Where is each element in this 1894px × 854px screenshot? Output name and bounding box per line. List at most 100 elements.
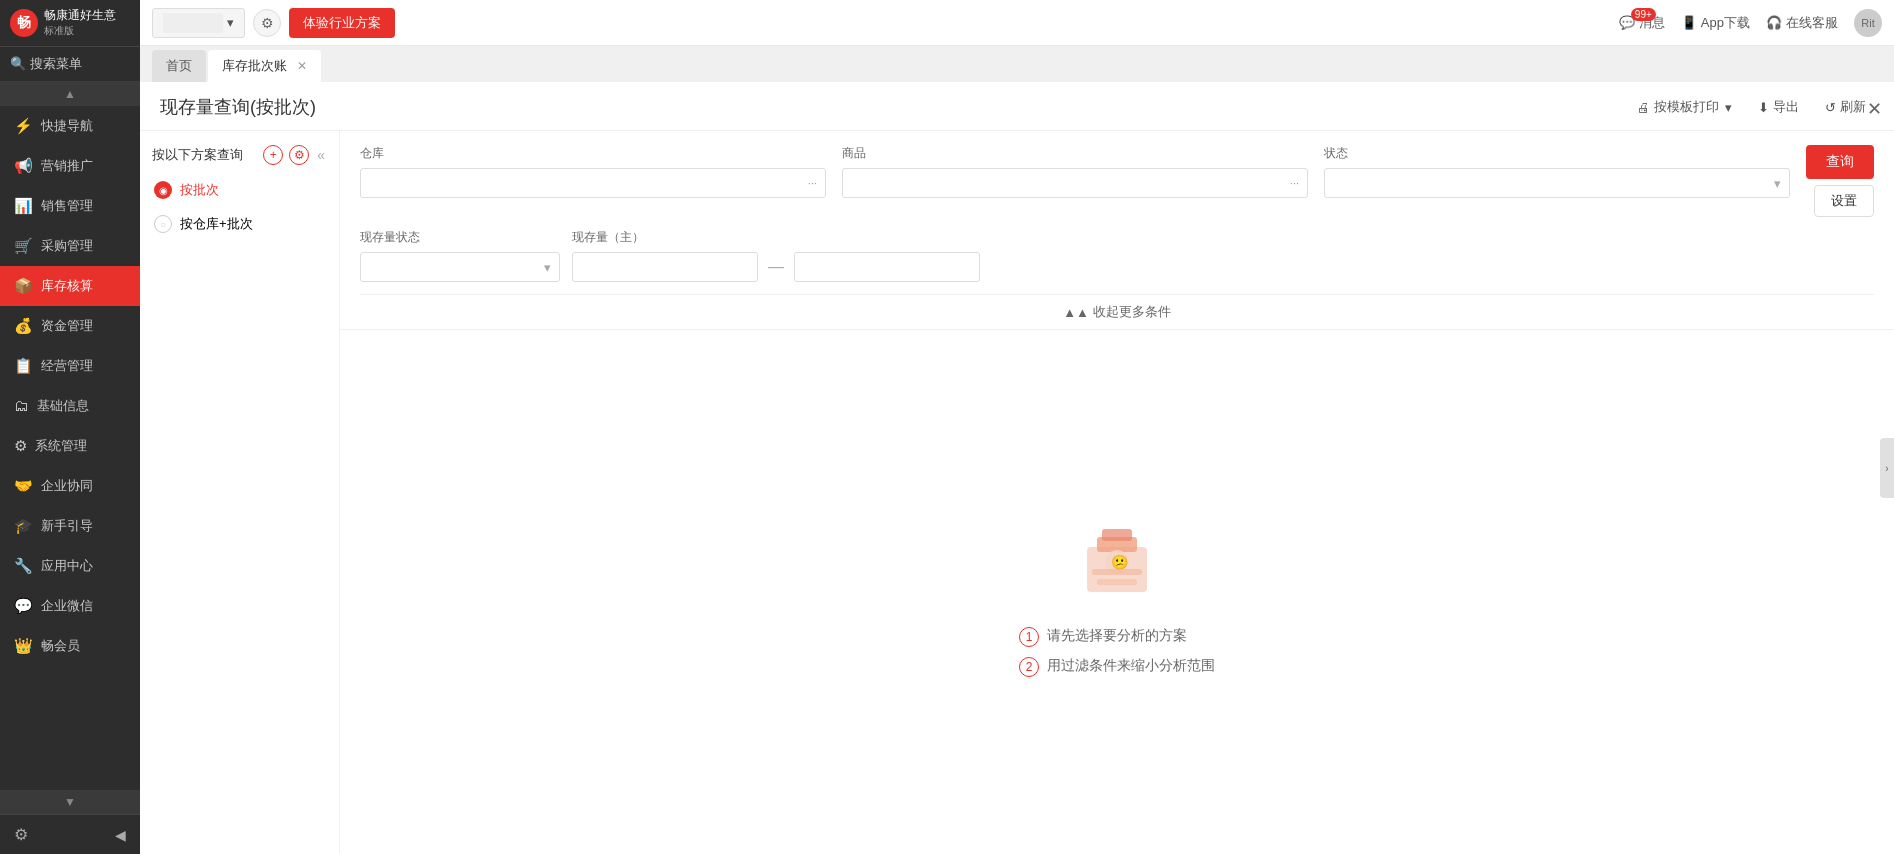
inventory-icon: 📦 (14, 277, 33, 295)
warehouse-label: 仓库 (360, 145, 826, 162)
sidebar-item-finance[interactable]: 💰 资金管理 (0, 306, 140, 346)
page-title: 现存量查询(按批次) (160, 95, 316, 119)
user-avatar[interactable]: Rit (1854, 9, 1882, 37)
footer-settings-icon[interactable]: ⚙ (14, 825, 28, 844)
dropdown-chevron-icon: ▾ (227, 15, 234, 30)
tab-batch-account[interactable]: 库存批次账 ✕ (208, 50, 321, 82)
scheme-dot: ○ (154, 215, 172, 233)
status-select[interactable]: ▾ (1324, 168, 1790, 198)
content-area: 按以下方案查询 + ⚙ « ◉ 按批次 ○ 按仓库+批次 (140, 131, 1894, 853)
experience-btn[interactable]: 体验行业方案 (289, 8, 395, 38)
filter-top-row: 仓库 ··· 商品 ··· (360, 145, 1874, 217)
right-expand-btn[interactable]: › (1880, 438, 1894, 498)
status-filter-col: 状态 ▾ (1324, 145, 1790, 217)
warehouse-more-btn[interactable]: ··· (808, 177, 817, 189)
inventory-qty-min-input[interactable] (572, 252, 758, 282)
sidebar-item-operation[interactable]: 📋 经营管理 (0, 346, 140, 386)
sidebar-item-inventory[interactable]: 📦 库存核算 (0, 266, 140, 306)
enterprise-icon: 🤝 (14, 477, 33, 495)
purchase-icon: 🛒 (14, 237, 33, 255)
product-filter-col: 商品 ··· (842, 145, 1308, 217)
refresh-btn[interactable]: ↺ 刷新 (1817, 94, 1874, 120)
panel-collapse-btn[interactable]: « (315, 145, 327, 165)
inventory-qty-max-input[interactable] (794, 252, 980, 282)
marketing-icon: 📢 (14, 157, 33, 175)
online-service-btn[interactable]: 🎧 在线客服 (1766, 14, 1838, 32)
sidebar-item-basic[interactable]: 🗂 基础信息 (0, 386, 140, 426)
warehouse-text-input[interactable] (369, 176, 804, 191)
scheme-settings-icon: ⚙ (294, 148, 305, 162)
svg-rect-6 (1097, 579, 1137, 585)
tab-close-icon[interactable]: ✕ (297, 59, 307, 73)
scroll-down-arrow[interactable]: ▼ (0, 790, 140, 814)
inventory-status-label: 现存量状态 (360, 229, 560, 246)
export-btn[interactable]: ⬇ 导出 (1750, 94, 1807, 120)
close-page-button[interactable]: ✕ (1867, 98, 1882, 120)
tabbar: 首页 库存批次账 ✕ (140, 46, 1894, 82)
search-menu[interactable]: 🔍 搜索菜单 (0, 47, 140, 82)
app-title: 畅康通好生意 (44, 8, 116, 24)
hint-num-1: 1 (1019, 627, 1039, 647)
collapse-up-icon: ▲▲ (1063, 305, 1089, 320)
sidebar-item-purchase[interactable]: 🛒 采购管理 (0, 226, 140, 266)
filter-settings-button[interactable]: 设置 (1814, 185, 1874, 217)
empty-illustration: 😕 (1067, 507, 1167, 607)
search-menu-label: 搜索菜单 (30, 55, 82, 73)
sales-icon: 📊 (14, 197, 33, 215)
scheme-by-batch[interactable]: ◉ 按批次 (140, 173, 339, 207)
inventory-status-select[interactable]: ▾ (360, 252, 560, 282)
product-input[interactable]: ··· (842, 168, 1308, 198)
newbie-icon: 🎓 (14, 517, 33, 535)
status-label: 状态 (1324, 145, 1790, 162)
refresh-icon: ↺ (1825, 100, 1836, 115)
print-template-label: 按模板打印 (1654, 98, 1719, 116)
filter-and-content: 仓库 ··· 商品 ··· (340, 131, 1894, 853)
sidebar-item-newbie[interactable]: 🎓 新手引导 (0, 506, 140, 546)
sidebar-item-label: 库存核算 (41, 277, 93, 295)
scheme-active-dot: ◉ (154, 181, 172, 199)
topbar-dropdown[interactable]: ▾ (152, 8, 245, 38)
warehouse-input[interactable]: ··· (360, 168, 826, 198)
sidebar: 畅 畅康通好生意 标准版 🔍 搜索菜单 ▲ ⚡ 快捷导航 📢 营销推广 📊 销售… (0, 0, 140, 854)
product-text-input[interactable] (851, 176, 1286, 191)
status-chevron-icon: ▾ (1774, 176, 1781, 191)
export-label: 导出 (1773, 98, 1799, 116)
sidebar-item-wechat[interactable]: 💬 企业微信 (0, 586, 140, 626)
bottom-filter-row: 现存量状态 ▾ 现存量（主） — (360, 229, 1874, 294)
sidebar-item-enterprise[interactable]: 🤝 企业协同 (0, 466, 140, 506)
footer-collapse-icon[interactable]: ◀ (115, 827, 126, 843)
sidebar-item-app-center[interactable]: 🔧 应用中心 (0, 546, 140, 586)
app-edition: 标准版 (44, 24, 116, 38)
hint-text-1: 请先选择要分析的方案 (1047, 627, 1187, 645)
message-btn[interactable]: 💬 消息 99+ (1619, 14, 1665, 32)
wechat-icon: 💬 (14, 597, 33, 615)
print-template-btn[interactable]: 🖨 按模板打印 ▾ (1629, 94, 1740, 120)
sidebar-item-system[interactable]: ⚙ 系统管理 (0, 426, 140, 466)
tab-home-label: 首页 (166, 58, 192, 73)
inv-status-chevron-icon: ▾ (544, 260, 551, 275)
query-button[interactable]: 查询 (1806, 145, 1874, 179)
collapse-label: 收起更多条件 (1093, 303, 1171, 321)
collapse-more-btn[interactable]: ▲▲ 收起更多条件 (360, 294, 1874, 329)
product-more-btn[interactable]: ··· (1290, 177, 1299, 189)
add-scheme-btn[interactable]: + (263, 145, 283, 165)
page-header: 现存量查询(按批次) 🖨 按模板打印 ▾ ⬇ 导出 ↺ 刷新 (140, 82, 1894, 131)
scheme-by-warehouse-batch[interactable]: ○ 按仓库+批次 (140, 207, 339, 241)
topbar-left: ▾ ⚙ 体验行业方案 (152, 8, 1611, 38)
empty-state: 😕 1 请先选择要分析的方案 2 用过滤条件来缩小分析范围 (340, 330, 1894, 853)
scroll-up-arrow[interactable]: ▲ (0, 82, 140, 106)
sidebar-item-sales[interactable]: 📊 销售管理 (0, 186, 140, 226)
hint-num-2: 2 (1019, 657, 1039, 677)
member-icon: 👑 (14, 637, 33, 655)
topbar: ▾ ⚙ 体验行业方案 💬 消息 99+ 📱 App下载 🎧 在线客服 Rit (140, 0, 1894, 46)
app-logo: 畅 (10, 9, 38, 37)
refresh-label: 刷新 (1840, 98, 1866, 116)
topbar-gear-button[interactable]: ⚙ (253, 9, 281, 37)
sidebar-item-member[interactable]: 👑 畅会员 (0, 626, 140, 666)
sidebar-item-quick-nav[interactable]: ⚡ 快捷导航 (0, 106, 140, 146)
panel-header-actions: + ⚙ « (263, 145, 327, 165)
scheme-settings-btn[interactable]: ⚙ (289, 145, 309, 165)
app-download-btn[interactable]: 📱 App下载 (1681, 14, 1750, 32)
tab-home[interactable]: 首页 (152, 50, 206, 82)
sidebar-item-marketing[interactable]: 📢 营销推广 (0, 146, 140, 186)
